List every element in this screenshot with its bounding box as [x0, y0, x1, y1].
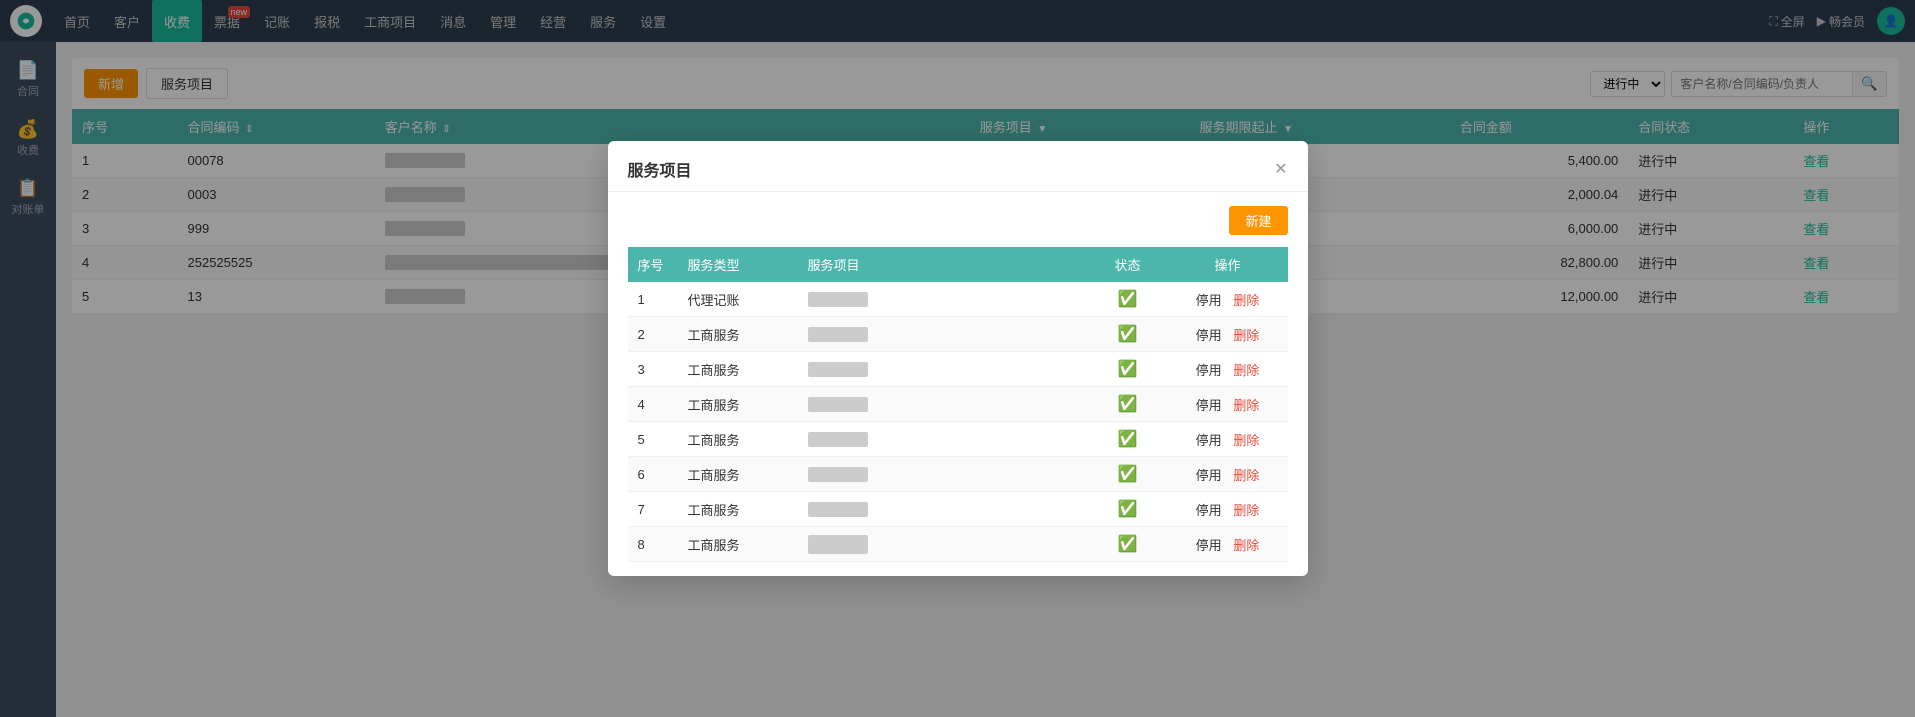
status-check-icon: ✅: [1118, 326, 1138, 343]
modal-cell-actions: 停用 删除: [1168, 387, 1288, 422]
modal-cell-item: ████: [798, 492, 1088, 527]
modal-cell-status: ✅: [1088, 282, 1168, 317]
modal-table-row: 4 工商服务 ██ ✅ 停用 删除: [628, 387, 1288, 422]
modal-cell-actions: 停用 删除: [1168, 422, 1288, 457]
modal-th-type: 服务类型: [678, 247, 798, 282]
modal-cell-type: 工商服务: [678, 352, 798, 387]
status-check-icon: ✅: [1118, 396, 1138, 413]
stop-btn[interactable]: 停用: [1196, 468, 1222, 483]
stop-btn[interactable]: 停用: [1196, 398, 1222, 413]
delete-btn[interactable]: 删除: [1233, 328, 1259, 343]
modal-cell-index: 3: [628, 352, 678, 387]
modal-cell-item: ██1: [798, 282, 1088, 317]
modal-title: 服务项目: [628, 157, 692, 181]
modal-cell-actions: 停用 删除: [1168, 457, 1288, 492]
modal-cell-status: ✅: [1088, 527, 1168, 562]
modal-table-row: 5 工商服务 ████ ✅ 停用 删除: [628, 422, 1288, 457]
modal-cell-type: 工商服务: [678, 492, 798, 527]
modal-cell-actions: 停用 删除: [1168, 317, 1288, 352]
modal-cell-status: ✅: [1088, 317, 1168, 352]
status-check-icon: ✅: [1118, 361, 1138, 378]
stop-btn[interactable]: 停用: [1196, 293, 1222, 308]
modal-cell-index: 5: [628, 422, 678, 457]
modal-cell-actions: 停用 删除: [1168, 492, 1288, 527]
modal-table: 序号 服务类型 服务项目 状态 操作 1 代理记账 ██1 ✅ 停用 删除 2: [628, 247, 1288, 562]
delete-btn[interactable]: 删除: [1233, 363, 1259, 378]
modal-table-row: 6 工商服务 ██████ ✅ 停用 删除: [628, 457, 1288, 492]
stop-btn[interactable]: 停用: [1196, 433, 1222, 448]
status-check-icon: ✅: [1118, 291, 1138, 308]
modal-cell-status: ✅: [1088, 352, 1168, 387]
modal-cell-item: ████: [798, 352, 1088, 387]
stop-btn[interactable]: 停用: [1196, 328, 1222, 343]
modal-cell-item: ████: [798, 317, 1088, 352]
stop-btn[interactable]: 停用: [1196, 363, 1222, 378]
modal-cell-type: 工商服务: [678, 422, 798, 457]
modal-new-btn[interactable]: 新建: [1229, 206, 1287, 235]
stop-btn[interactable]: 停用: [1196, 538, 1222, 553]
modal-table-row: 1 代理记账 ██1 ✅ 停用 删除: [628, 282, 1288, 317]
delete-btn[interactable]: 删除: [1233, 538, 1259, 553]
modal-cell-item: ██: [798, 387, 1088, 422]
modal-body: 新建 序号 服务类型 服务项目 状态 操作 1 代理记账: [608, 192, 1308, 576]
modal-th-item: 服务项目: [798, 247, 1088, 282]
modal-cell-item: ██████: [798, 457, 1088, 492]
modal-cell-index: 7: [628, 492, 678, 527]
modal-header: 服务项目 ✕: [608, 141, 1308, 192]
modal-cell-index: 8: [628, 527, 678, 562]
service-modal: 服务项目 ✕ 新建 序号 服务类型 服务项目 状态 操作: [608, 141, 1308, 576]
status-check-icon: ✅: [1118, 536, 1138, 553]
modal-overlay[interactable]: 服务项目 ✕ 新建 序号 服务类型 服务项目 状态 操作: [0, 0, 1915, 717]
modal-cell-index: 1: [628, 282, 678, 317]
modal-cell-status: ✅: [1088, 387, 1168, 422]
modal-th-index: 序号: [628, 247, 678, 282]
status-check-icon: ✅: [1118, 501, 1138, 518]
modal-cell-actions: 停用 删除: [1168, 282, 1288, 317]
modal-cell-type: 工商服务: [678, 457, 798, 492]
stop-btn[interactable]: 停用: [1196, 503, 1222, 518]
status-check-icon: ✅: [1118, 466, 1138, 483]
modal-close-btn[interactable]: ✕: [1274, 159, 1287, 179]
modal-cell-index: 4: [628, 387, 678, 422]
modal-cell-item: ██注册: [798, 527, 1088, 562]
delete-btn[interactable]: 删除: [1233, 503, 1259, 518]
modal-table-row: 8 工商服务 ██注册 ✅ 停用 删除: [628, 527, 1288, 562]
modal-cell-index: 6: [628, 457, 678, 492]
modal-cell-index: 2: [628, 317, 678, 352]
modal-cell-status: ✅: [1088, 422, 1168, 457]
modal-cell-type: 工商服务: [678, 527, 798, 562]
modal-cell-status: ✅: [1088, 492, 1168, 527]
delete-btn[interactable]: 删除: [1233, 293, 1259, 308]
modal-cell-status: ✅: [1088, 457, 1168, 492]
delete-btn[interactable]: 删除: [1233, 468, 1259, 483]
modal-cell-type: 代理记账: [678, 282, 798, 317]
modal-table-row: 2 工商服务 ████ ✅ 停用 删除: [628, 317, 1288, 352]
modal-table-row: 3 工商服务 ████ ✅ 停用 删除: [628, 352, 1288, 387]
modal-th-action: 操作: [1168, 247, 1288, 282]
delete-btn[interactable]: 删除: [1233, 433, 1259, 448]
modal-cell-actions: 停用 删除: [1168, 527, 1288, 562]
modal-scroll-area[interactable]: 序号 服务类型 服务项目 状态 操作 1 代理记账 ██1 ✅ 停用 删除 2: [628, 247, 1288, 562]
modal-table-row: 7 工商服务 ████ ✅ 停用 删除: [628, 492, 1288, 527]
delete-btn[interactable]: 删除: [1233, 398, 1259, 413]
modal-cell-type: 工商服务: [678, 387, 798, 422]
modal-cell-type: 工商服务: [678, 317, 798, 352]
modal-cell-item: ████: [798, 422, 1088, 457]
modal-toolbar: 新建: [628, 206, 1288, 235]
modal-cell-actions: 停用 删除: [1168, 352, 1288, 387]
status-check-icon: ✅: [1118, 431, 1138, 448]
modal-th-status: 状态: [1088, 247, 1168, 282]
